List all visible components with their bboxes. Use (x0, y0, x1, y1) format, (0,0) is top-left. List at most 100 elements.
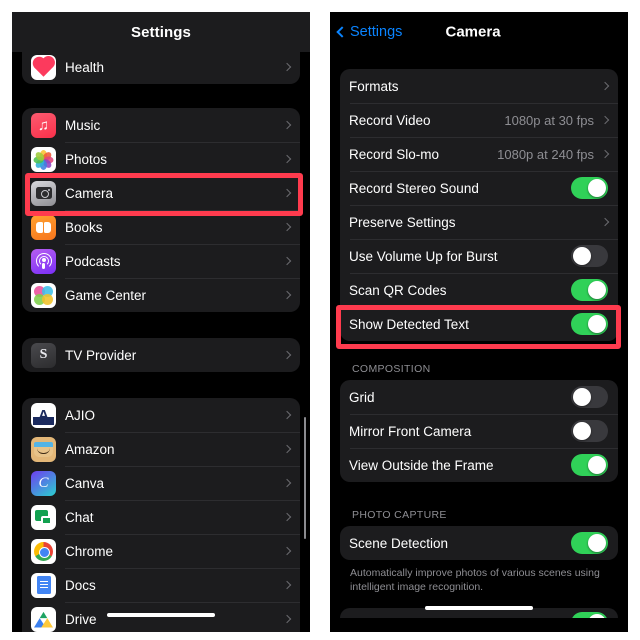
row-label: Books (65, 219, 103, 235)
row-label: Amazon (65, 441, 115, 457)
chevron-right-icon (282, 410, 292, 420)
partial-toggle[interactable] (571, 612, 608, 619)
chevron-right-icon (600, 149, 610, 159)
chevron-right-icon (282, 444, 292, 454)
sidebar-item-drive[interactable]: Drive (22, 602, 300, 632)
settings-page-title: Settings (131, 23, 191, 41)
chevron-right-icon (282, 546, 292, 556)
record-stereo-sound-toggle[interactable] (571, 177, 608, 199)
settings-group-tv-provider: S TV Provider (22, 338, 300, 372)
row-scene-detection[interactable]: Scene Detection (340, 526, 618, 560)
drive-app-icon (31, 606, 56, 632)
chevron-right-icon (600, 81, 610, 91)
row-show-detected-text[interactable]: Show Detected Text (340, 307, 618, 341)
view-outside-the-frame-toggle[interactable] (571, 454, 608, 476)
camera-page-title: Camera (445, 23, 501, 41)
chevron-right-icon (282, 350, 292, 360)
row-value: 1080p at 240 fps (497, 146, 594, 162)
row-mirror-front-camera[interactable]: Mirror Front Camera (340, 414, 618, 448)
sidebar-item-camera[interactable]: Camera (22, 176, 300, 210)
amazon-app-icon (31, 436, 56, 462)
home-indicator (425, 606, 533, 610)
row-label: Grid (349, 389, 375, 405)
row-label: Game Center (65, 287, 147, 303)
settings-app-screen: Settings Health ♫ Music Photos Camera Bo… (12, 12, 310, 632)
settings-group-apple-apps: ♫ Music Photos Camera Books Podcasts Gam… (22, 108, 300, 312)
chevron-right-icon (282, 154, 292, 164)
sidebar-item-game-center[interactable]: Game Center (22, 278, 300, 312)
sidebar-item-tv-provider[interactable]: S TV Provider (22, 338, 300, 372)
photos-app-icon (31, 146, 56, 172)
use-volume-up-for-burst-toggle[interactable] (571, 245, 608, 267)
row-label: Camera (65, 185, 114, 201)
sidebar-item-canva[interactable]: C Canva (22, 466, 300, 500)
row-label: Show Detected Text (349, 316, 469, 332)
row-use-volume-up-for-burst[interactable]: Use Volume Up for Burst (340, 239, 618, 273)
chevron-left-icon (336, 26, 348, 38)
row-preserve-settings[interactable]: Preserve Settings (340, 205, 618, 239)
sidebar-item-music[interactable]: ♫ Music (22, 108, 300, 142)
back-to-settings-button[interactable]: Settings (336, 24, 403, 40)
row-label: Use Volume Up for Burst (349, 248, 498, 264)
row-view-outside-the-frame[interactable]: View Outside the Frame (340, 448, 618, 482)
chevron-right-icon (600, 115, 610, 125)
grid-toggle[interactable] (571, 386, 608, 408)
back-button-label: Settings (350, 24, 403, 40)
row-record-slo-mo[interactable]: Record Slo-mo 1080p at 240 fps (340, 137, 618, 171)
settings-group-third-party-apps: A AJIO Amazon C Canva Chat Chrome Docs D… (22, 398, 300, 632)
row-value: 1080p at 30 fps (504, 112, 594, 128)
camera-settings-scroll-view[interactable]: Formats Record Video 1080p at 30 fps Rec… (330, 52, 628, 632)
row-label: Drive (65, 611, 97, 627)
camera-settings-screen: Settings Camera Formats Record Video 108… (330, 12, 628, 632)
chevron-right-icon (282, 614, 292, 624)
settings-scroll-view[interactable]: Health ♫ Music Photos Camera Books Podca… (12, 52, 310, 632)
row-label: Record Video (349, 112, 431, 128)
row-record-video[interactable]: Record Video 1080p at 30 fps (340, 103, 618, 137)
ajio-app-icon: A (31, 402, 56, 428)
sidebar-item-docs[interactable]: Docs (22, 568, 300, 602)
sidebar-item-books[interactable]: Books (22, 210, 300, 244)
chrome-app-icon (31, 538, 56, 564)
sidebar-item-chat[interactable]: Chat (22, 500, 300, 534)
tv-provider-app-icon: S (31, 342, 56, 368)
row-label: Music (65, 117, 101, 133)
sidebar-item-ajio[interactable]: A AJIO (22, 398, 300, 432)
row-label: Formats (349, 78, 399, 94)
row-label: Podcasts (65, 253, 121, 269)
settings-navigation-bar: Settings (12, 12, 310, 52)
row-label: Scan QR Codes (349, 282, 447, 298)
row-label: Chrome (65, 543, 114, 559)
scene-detection-toggle[interactable] (571, 532, 608, 554)
mirror-front-camera-toggle[interactable] (571, 420, 608, 442)
camera-settings-group-composition: Grid Mirror Front Camera View Outside th… (340, 380, 618, 482)
sidebar-item-photos[interactable]: Photos (22, 142, 300, 176)
camera-settings-group-main: Formats Record Video 1080p at 30 fps Rec… (340, 69, 618, 341)
show-detected-text-toggle[interactable] (571, 313, 608, 335)
vertical-scrollbar[interactable] (303, 417, 306, 539)
camera-settings-group-photo-capture: Scene Detection (340, 526, 618, 560)
sidebar-item-health[interactable]: Health (22, 52, 300, 84)
sidebar-item-amazon[interactable]: Amazon (22, 432, 300, 466)
chat-app-icon (31, 504, 56, 530)
row-grid[interactable]: Grid (340, 380, 618, 414)
chevron-right-icon (282, 478, 292, 488)
row-label: Record Slo-mo (349, 146, 440, 162)
sidebar-item-chrome[interactable]: Chrome (22, 534, 300, 568)
chevron-right-icon (282, 120, 292, 130)
row-label: View Outside the Frame (349, 457, 494, 473)
chevron-right-icon (282, 290, 292, 300)
row-record-stereo-sound[interactable]: Record Stereo Sound (340, 171, 618, 205)
chevron-right-icon (282, 256, 292, 266)
row-label: Chat (65, 509, 94, 525)
sidebar-item-podcasts[interactable]: Podcasts (22, 244, 300, 278)
row-scan-qr-codes[interactable]: Scan QR Codes (340, 273, 618, 307)
chevron-right-icon (282, 222, 292, 232)
row-label: Scene Detection (349, 535, 449, 551)
row-label: Health (65, 59, 105, 75)
chevron-right-icon (282, 580, 292, 590)
row-formats[interactable]: Formats (340, 69, 618, 103)
row-label: Preserve Settings (349, 214, 456, 230)
row-label: Mirror Front Camera (349, 423, 472, 439)
books-app-icon (31, 214, 56, 240)
scan-qr-codes-toggle[interactable] (571, 279, 608, 301)
